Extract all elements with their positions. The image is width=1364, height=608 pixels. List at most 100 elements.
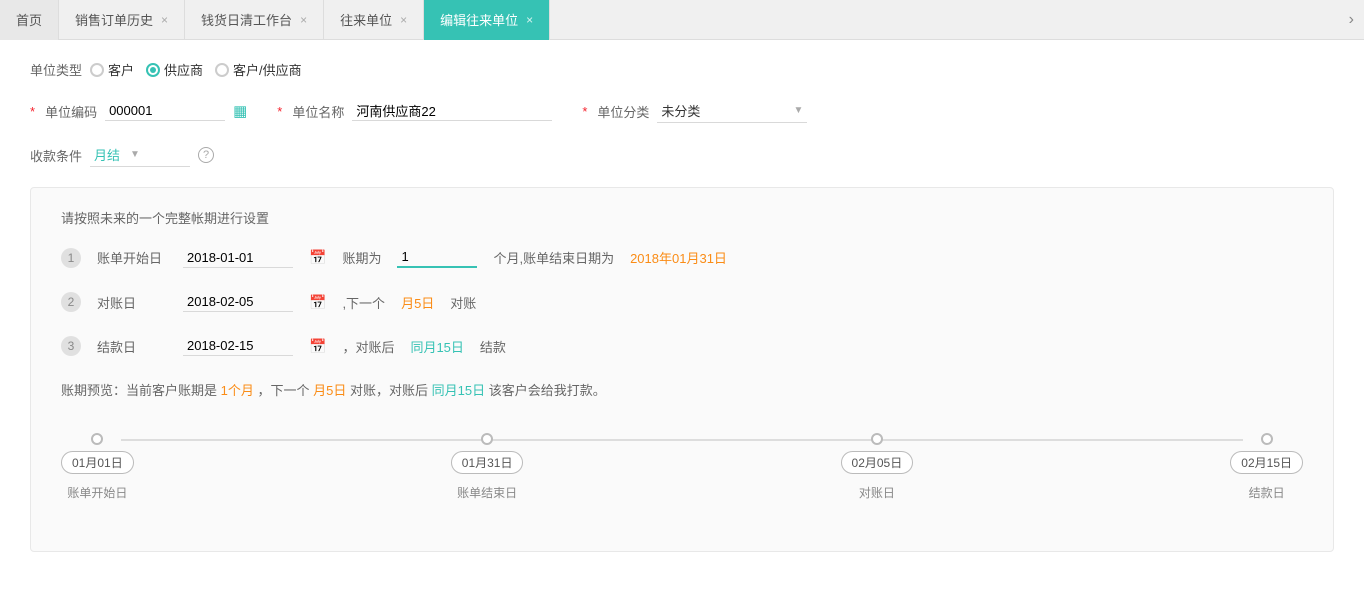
unit-category-select[interactable]: 未分类 ▼ bbox=[657, 99, 807, 123]
unit-code-icon[interactable]: ▦ bbox=[233, 102, 247, 120]
radio-supplier-circle bbox=[146, 63, 160, 77]
preview-suffix: 该客户会给我打款。 bbox=[489, 383, 606, 398]
timeline-dot-2 bbox=[871, 433, 883, 445]
step-1-date-input[interactable] bbox=[183, 248, 293, 268]
timeline-label-3: 结款日 bbox=[1249, 484, 1285, 501]
unit-code-input[interactable] bbox=[105, 101, 225, 121]
payment-terms-select[interactable]: 月结 ▼ bbox=[90, 143, 190, 167]
step-1-end-date: 2018年01月31日 bbox=[630, 248, 727, 267]
tab-partner-close[interactable]: × bbox=[400, 13, 407, 27]
step-label-1: 账单开始日 bbox=[97, 248, 167, 267]
step-1-suffix-text: 账期为 bbox=[342, 248, 381, 267]
preview-teal: 同月15日 bbox=[432, 383, 485, 398]
step-row-2: 2 对账日 📅 ,下一个 月5日 对账 bbox=[61, 292, 1303, 312]
preview-prefix: 账期预览：当前客户账期是 bbox=[61, 383, 217, 398]
tab-edit-partner[interactable]: 编辑往来单位 × bbox=[424, 0, 550, 40]
tab-expand-icon[interactable]: › bbox=[1339, 11, 1364, 29]
main-content: 单位类型 客户 供应商 客户/供应商 * 单位编码 bbox=[0, 40, 1364, 608]
radio-customer[interactable]: 客户 bbox=[90, 60, 134, 79]
timeline-label-0: 账单开始日 bbox=[67, 484, 127, 501]
preview-mid2: 对账，对账后 bbox=[350, 383, 428, 398]
preview-orange2: 月5日 bbox=[313, 383, 346, 398]
timeline-point-1: 01月31日 账单结束日 bbox=[451, 433, 524, 501]
step-3-date-input[interactable] bbox=[183, 336, 293, 356]
step-1-calendar-icon[interactable]: 📅 bbox=[309, 249, 326, 266]
tab-bar: 首页 销售订单历史 × 钱货日清工作台 × 往来单位 × 编辑往来单位 × › bbox=[0, 0, 1364, 40]
step-3-suffix: 结款 bbox=[480, 337, 506, 356]
timeline-badge-2: 02月05日 bbox=[841, 451, 914, 474]
unit-type-radio-group: 客户 供应商 客户/供应商 bbox=[90, 60, 302, 79]
tab-partner-label: 往来单位 bbox=[340, 10, 392, 29]
billing-settings-panel: 请按照未来的一个完整帐期进行设置 1 账单开始日 📅 账期为 个月,账单结束日期… bbox=[30, 187, 1334, 552]
payment-terms-help-icon[interactable]: ? bbox=[198, 147, 214, 163]
unit-category-field: * 单位分类 未分类 ▼ bbox=[582, 99, 807, 123]
step-1-month-input[interactable] bbox=[397, 247, 477, 268]
step-num-3: 3 bbox=[61, 336, 81, 356]
radio-supplier[interactable]: 供应商 bbox=[146, 60, 203, 79]
step-2-date-input[interactable] bbox=[183, 292, 293, 312]
tab-edit-partner-close[interactable]: × bbox=[526, 13, 533, 27]
panel-title: 请按照未来的一个完整帐期进行设置 bbox=[61, 208, 1303, 227]
tab-sales-history-label: 销售订单历史 bbox=[75, 10, 153, 29]
unit-name-star: * bbox=[277, 104, 282, 119]
radio-both[interactable]: 客户/供应商 bbox=[215, 60, 302, 79]
tab-cash-work-label: 钱货日清工作台 bbox=[201, 10, 292, 29]
unit-name-label: 单位名称 bbox=[292, 102, 344, 121]
step-1-month-unit: 个月,账单结束日期为 bbox=[493, 248, 614, 267]
payment-terms-value: 月结 bbox=[94, 145, 120, 164]
payment-terms-field: 收款条件 月结 ▼ ? bbox=[30, 143, 214, 167]
timeline-badge-1: 01月31日 bbox=[451, 451, 524, 474]
timeline-dot-0 bbox=[91, 433, 103, 445]
unit-name-input[interactable] bbox=[352, 101, 552, 121]
timeline-dot-1 bbox=[481, 433, 493, 445]
unit-type-row: 单位类型 客户 供应商 客户/供应商 bbox=[30, 60, 1334, 79]
radio-both-label: 客户/供应商 bbox=[233, 60, 302, 79]
step-3-calendar-icon[interactable]: 📅 bbox=[309, 338, 326, 355]
step-label-3: 结款日 bbox=[97, 337, 167, 356]
timeline-label-1: 账单结束日 bbox=[457, 484, 517, 501]
unit-category-label: 单位分类 bbox=[597, 102, 649, 121]
tab-partner[interactable]: 往来单位 × bbox=[324, 0, 424, 40]
step-2-calendar-icon[interactable]: 📅 bbox=[309, 294, 326, 311]
unit-code-star: * bbox=[30, 104, 35, 119]
unit-category-value: 未分类 bbox=[661, 101, 700, 120]
unit-name-field: * 单位名称 bbox=[277, 101, 552, 121]
timeline-label-2: 对账日 bbox=[859, 484, 895, 501]
step-row-3: 3 结款日 📅 ，对账后 同月15日 结款 bbox=[61, 336, 1303, 356]
timeline-dot-3 bbox=[1261, 433, 1273, 445]
step-num-2: 2 bbox=[61, 292, 81, 312]
step-2-prefix: ,下一个 bbox=[342, 293, 385, 312]
tab-home-label: 首页 bbox=[16, 10, 42, 29]
step-3-highlight: 同月15日 bbox=[410, 337, 463, 356]
preview-text: 账期预览：当前客户账期是 1个月 ，下一个 月5日 对账，对账后 同月15日 该… bbox=[61, 380, 1303, 399]
payment-terms-arrow-icon: ▼ bbox=[130, 149, 140, 160]
timeline-badge-0: 01月01日 bbox=[61, 451, 134, 474]
unit-category-arrow-icon: ▼ bbox=[794, 105, 804, 116]
step-num-1: 1 bbox=[61, 248, 81, 268]
tab-cash-work[interactable]: 钱货日清工作台 × bbox=[185, 0, 324, 40]
step-3-prefix: ，对账后 bbox=[342, 337, 394, 356]
step-row-1: 1 账单开始日 📅 账期为 个月,账单结束日期为 2018年01月31日 bbox=[61, 247, 1303, 268]
radio-customer-circle bbox=[90, 63, 104, 77]
radio-both-circle bbox=[215, 63, 229, 77]
preview-orange1: 1个月 bbox=[221, 383, 254, 398]
unit-code-label: 单位编码 bbox=[45, 102, 97, 121]
tab-sales-history[interactable]: 销售订单历史 × bbox=[59, 0, 185, 40]
unit-type-label: 单位类型 bbox=[30, 60, 82, 79]
timeline: 01月01日 账单开始日 01月31日 账单结束日 02月05日 对账日 02月… bbox=[61, 423, 1303, 531]
unit-code-field: * 单位编码 ▦ bbox=[30, 101, 247, 121]
step-2-highlight: 月5日 bbox=[401, 293, 434, 312]
tab-home[interactable]: 首页 bbox=[0, 0, 59, 40]
payment-terms-row: 收款条件 月结 ▼ ? bbox=[30, 143, 1334, 167]
preview-mid1: ，下一个 bbox=[258, 383, 310, 398]
step-2-suffix: 对账 bbox=[450, 293, 476, 312]
tab-cash-work-close[interactable]: × bbox=[300, 13, 307, 27]
tab-sales-history-close[interactable]: × bbox=[161, 13, 168, 27]
step-label-2: 对账日 bbox=[97, 293, 167, 312]
timeline-badge-3: 02月15日 bbox=[1230, 451, 1303, 474]
unit-category-star: * bbox=[582, 104, 587, 119]
unit-details-row: * 单位编码 ▦ * 单位名称 * 单位分类 未分类 ▼ bbox=[30, 99, 1334, 123]
tab-edit-partner-label: 编辑往来单位 bbox=[440, 10, 518, 29]
radio-customer-label: 客户 bbox=[108, 60, 134, 79]
timeline-points: 01月01日 账单开始日 01月31日 账单结束日 02月05日 对账日 02月… bbox=[61, 433, 1303, 501]
